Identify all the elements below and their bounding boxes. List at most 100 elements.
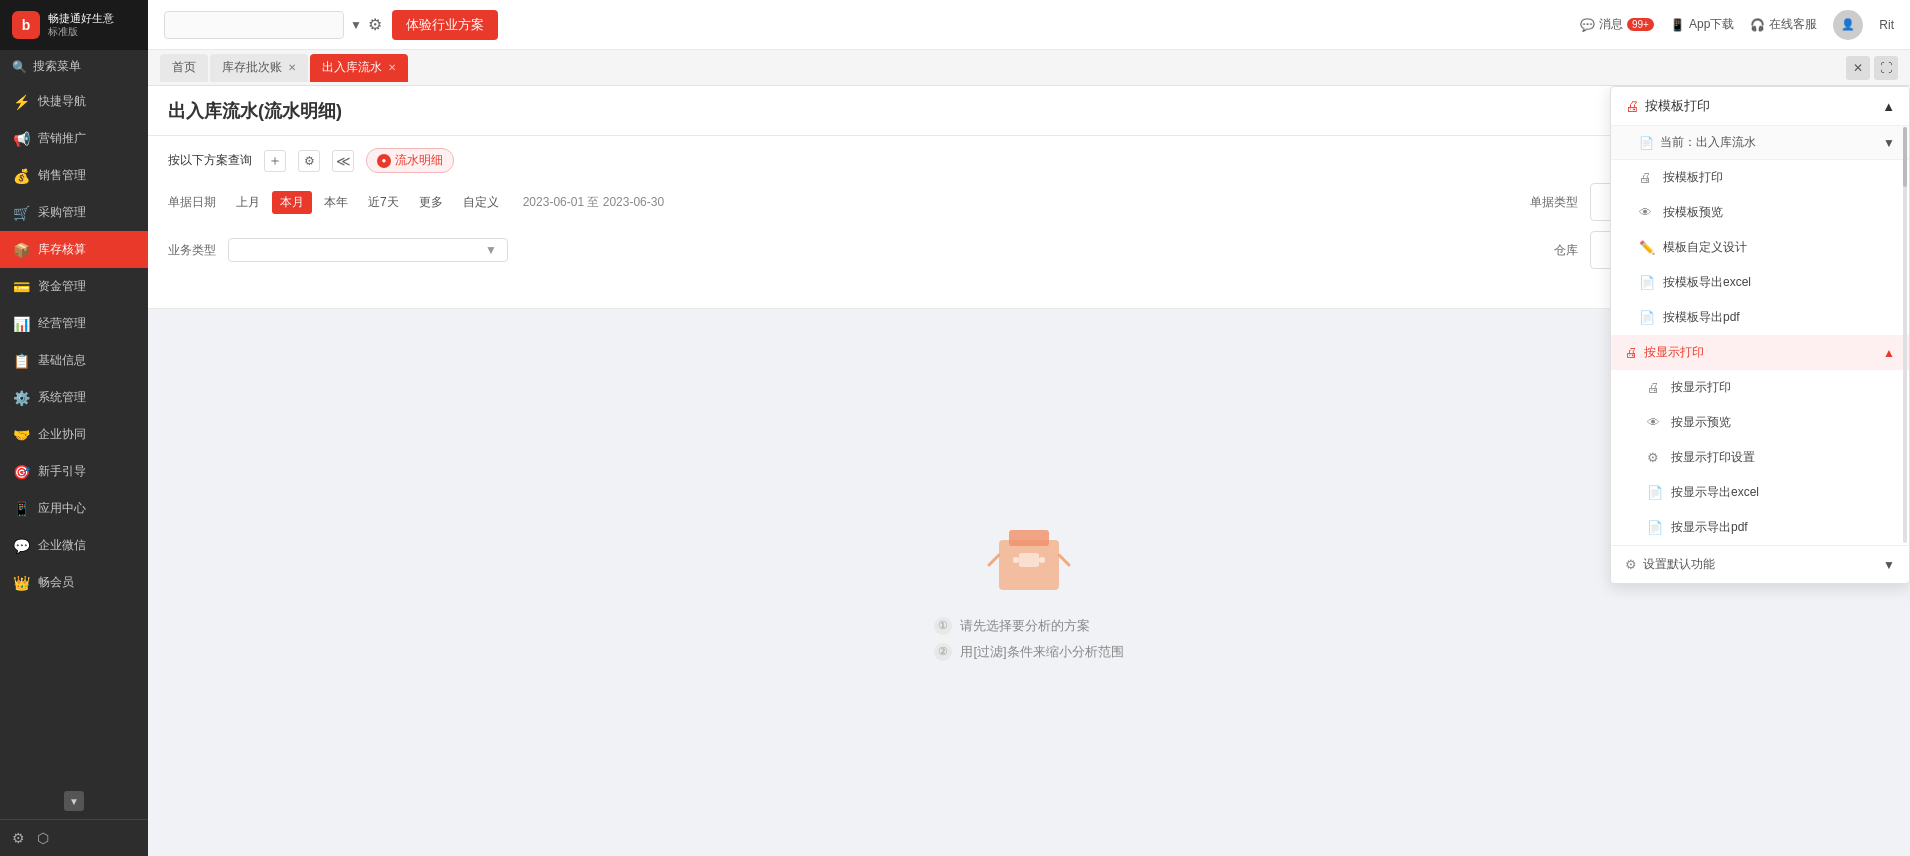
date-btn-this-month[interactable]: 本月 (272, 191, 312, 214)
sidebar-item-marketing[interactable]: 📢 营销推广 (0, 120, 148, 157)
dropdown-item-display-preview[interactable]: 👁 按显示预览 (1611, 405, 1909, 440)
tab-batch-account[interactable]: 库存批次账 ✕ (210, 54, 308, 82)
sidebar-item-app-center[interactable]: 📱 应用中心 (0, 490, 148, 527)
date-btn-this-year[interactable]: 本年 (316, 191, 356, 214)
app-download-label: App下载 (1689, 16, 1734, 33)
dropdown-scrollbar[interactable] (1903, 127, 1907, 543)
filter-collapse-button[interactable]: ≪ (332, 150, 354, 172)
sales-icon: 💰 (12, 168, 30, 184)
sidebar-item-label: 销售管理 (38, 167, 86, 184)
filter-query-label: 按以下方案查询 (168, 152, 252, 169)
sidebar-item-label: 基础信息 (38, 352, 86, 369)
dropdown-item-template-pdf[interactable]: 📄 按模板导出pdf (1611, 300, 1909, 335)
sidebar-item-label: 经营管理 (38, 315, 86, 332)
topbar-search-input[interactable] (164, 11, 344, 39)
dropdown-item-template-print[interactable]: 🖨 按模板打印 (1611, 160, 1909, 195)
dropdown-display-section-header[interactable]: 🖨 按显示打印 ▲ (1611, 335, 1909, 370)
filter-settings-button[interactable]: ⚙ (298, 150, 320, 172)
user-avatar[interactable]: 👤 (1833, 10, 1863, 40)
sidebar-item-inventory[interactable]: 📦 库存核算 (0, 231, 148, 268)
app-subtitle: 标准版 (48, 25, 114, 39)
display-preview-icon: 👁 (1647, 415, 1663, 430)
sidebar-item-operations[interactable]: 📊 经营管理 (0, 305, 148, 342)
sidebar-item-sales[interactable]: 💰 销售管理 (0, 157, 148, 194)
template-print-dropdown: 🖨 按模板打印 ▲ 📄 当前：出入库流水 ▼ 🖨 按模板打印 👁 (1610, 86, 1910, 584)
template-pdf-icon: 📄 (1639, 310, 1655, 325)
display-pdf-label: 按显示导出pdf (1671, 519, 1748, 536)
sidebar-item-quick-nav[interactable]: ⚡ 快捷导航 (0, 83, 148, 120)
tab-inventory-flow[interactable]: 出入库流水 ✕ (310, 54, 408, 82)
sidebar-scroll-down[interactable]: ▼ (64, 791, 84, 811)
operations-icon: 📊 (12, 316, 30, 332)
filter-chip-label: 流水明细 (395, 152, 443, 169)
display-pdf-icon: 📄 (1647, 520, 1663, 535)
topbar-right: 💬 消息 99+ 📱 App下载 🎧 在线客服 👤 Rit (1580, 10, 1894, 40)
sidebar-item-system[interactable]: ⚙️ 系统管理 (0, 379, 148, 416)
topbar-gear-icon[interactable]: ⚙ (368, 15, 382, 34)
dropdown-item-template-design[interactable]: ✏️ 模板自定义设计 (1611, 230, 1909, 265)
topbar-chevron-icon[interactable]: ▼ (350, 18, 362, 32)
date-btn-last-month[interactable]: 上月 (228, 191, 268, 214)
template-excel-label: 按模板导出excel (1663, 274, 1751, 291)
tab-inventory-flow-label: 出入库流水 (322, 59, 382, 76)
display-settings-label: 按显示打印设置 (1671, 449, 1755, 466)
step-2-text: 用[过滤]条件来缩小分析范围 (960, 643, 1123, 661)
date-btn-last-7days[interactable]: 近7天 (360, 191, 407, 214)
current-template-text: 当前：出入库流水 (1660, 134, 1756, 151)
empty-step-2: ② 用[过滤]条件来缩小分析范围 (934, 643, 1123, 661)
sidebar-item-wechat[interactable]: 💬 企业微信 (0, 527, 148, 564)
tab-home[interactable]: 首页 (160, 54, 208, 82)
date-quick-btns: 上月 本月 本年 近7天 更多 自定义 (228, 191, 507, 214)
expand-bottom-icon[interactable]: ⬡ (37, 830, 49, 846)
sidebar-item-finance[interactable]: 💳 资金管理 (0, 268, 148, 305)
dropdown-item-display-print[interactable]: 🖨 按显示打印 (1611, 370, 1909, 405)
sidebar-item-label: 库存核算 (38, 241, 86, 258)
doc-type-label: 单据类型 (1530, 194, 1578, 211)
sidebar-item-guide[interactable]: 🎯 新手引导 (0, 453, 148, 490)
filter-chip-icon: ● (377, 154, 391, 168)
dropdown-template-section-header[interactable]: 🖨 按模板打印 ▲ (1611, 87, 1909, 126)
sidebar-item-purchase[interactable]: 🛒 采购管理 (0, 194, 148, 231)
topbar-search-area: ▼ ⚙ (164, 11, 382, 39)
sidebar-item-label: 营销推广 (38, 130, 86, 147)
date-btn-custom[interactable]: 自定义 (455, 191, 507, 214)
tab-home-label: 首页 (172, 59, 196, 76)
display-settings-icon: ⚙ (1647, 450, 1663, 465)
tab-batch-account-close[interactable]: ✕ (288, 62, 296, 73)
tabbar: 首页 库存批次账 ✕ 出入库流水 ✕ ✕ ⛶ (148, 50, 1910, 86)
dropdown-item-display-pdf[interactable]: 📄 按显示导出pdf (1611, 510, 1909, 545)
online-service-button[interactable]: 🎧 在线客服 (1750, 16, 1817, 33)
tab-expand-button[interactable]: ⛶ (1874, 56, 1898, 80)
template-preview-icon: 👁 (1639, 205, 1655, 220)
messages-button[interactable]: 💬 消息 99+ (1580, 16, 1654, 33)
filter-chip-liushui[interactable]: ● 流水明细 (366, 148, 454, 173)
dropdown-item-template-preview[interactable]: 👁 按模板预览 (1611, 195, 1909, 230)
sidebar-item-label: 系统管理 (38, 389, 86, 406)
sidebar-nav: ⚡ 快捷导航 📢 营销推广 💰 销售管理 🛒 采购管理 📦 库存核算 💳 资金管… (0, 83, 148, 787)
inventory-icon: 📦 (12, 242, 30, 258)
tab-inventory-flow-close[interactable]: ✕ (388, 62, 396, 73)
template-pdf-label: 按模板导出pdf (1663, 309, 1740, 326)
sidebar-item-label: 新手引导 (38, 463, 86, 480)
username-label[interactable]: Rit (1879, 18, 1894, 32)
app-download-button[interactable]: 📱 App下载 (1670, 16, 1734, 33)
sidebar-item-member[interactable]: 👑 畅会员 (0, 564, 148, 601)
dropdown-item-template-excel[interactable]: 📄 按模板导出excel (1611, 265, 1909, 300)
business-type-select[interactable]: ▼ (228, 238, 508, 262)
logo-icon: b (12, 11, 40, 39)
dropdown-item-display-excel[interactable]: 📄 按显示导出excel (1611, 475, 1909, 510)
filter-add-button[interactable]: ＋ (264, 150, 286, 172)
dropdown-current-template[interactable]: 📄 当前：出入库流水 ▼ (1611, 126, 1909, 160)
tab-close-all-button[interactable]: ✕ (1846, 56, 1870, 80)
settings-bottom-icon[interactable]: ⚙ (12, 830, 25, 846)
dropdown-scroll-thumb (1903, 127, 1907, 187)
warehouse-label: 仓库 (1554, 242, 1578, 259)
sidebar-item-basic-info[interactable]: 📋 基础信息 (0, 342, 148, 379)
sidebar-item-enterprise[interactable]: 🤝 企业协同 (0, 416, 148, 453)
sidebar-search[interactable]: 🔍 搜索菜单 (0, 50, 148, 83)
date-btn-more[interactable]: 更多 (411, 191, 451, 214)
dropdown-footer[interactable]: ⚙ 设置默认功能 ▼ (1611, 545, 1909, 583)
current-template-icon: 📄 (1639, 136, 1654, 150)
dropdown-item-display-settings[interactable]: ⚙ 按显示打印设置 (1611, 440, 1909, 475)
industry-solution-button[interactable]: 体验行业方案 (392, 10, 498, 40)
